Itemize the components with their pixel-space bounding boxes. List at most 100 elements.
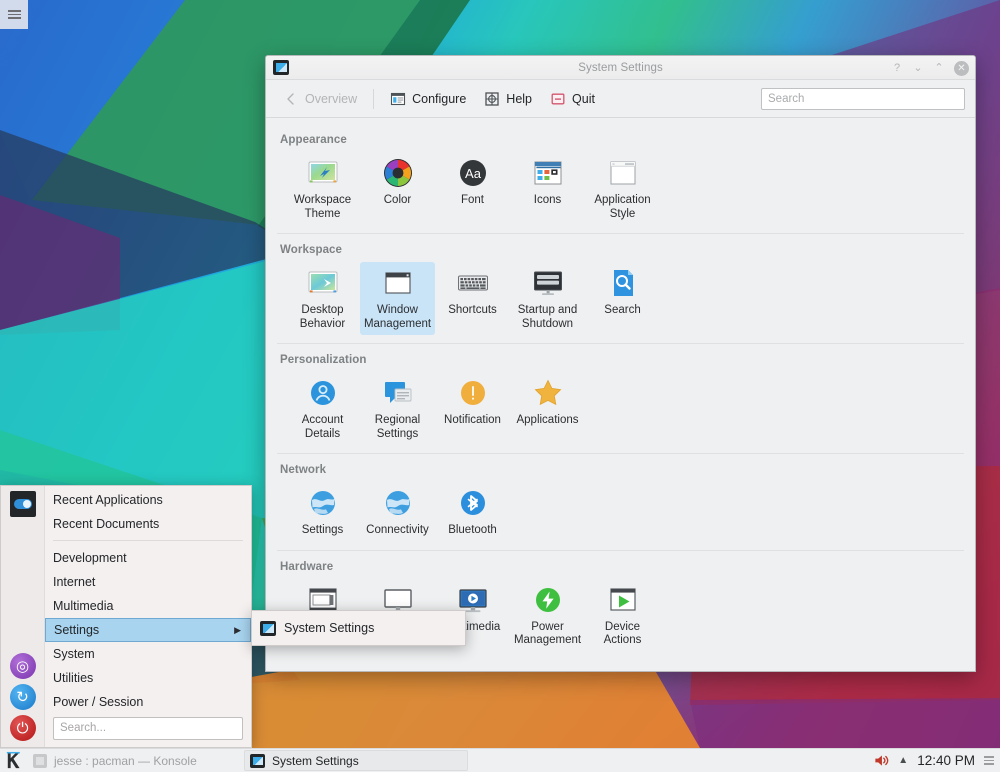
section-items: AccountDetails RegionalSettings [277,370,964,451]
module-font[interactable]: Aa Font [435,152,510,212]
notification-icon [457,377,489,409]
task-label: System Settings [272,754,359,768]
module-device-actions[interactable]: DeviceActions [585,579,660,652]
font-icon: Aa [457,157,489,189]
settings-submenu[interactable]: System Settings [251,610,466,646]
system-tray[interactable]: ▲ 12:40 PM [873,753,1000,768]
menu-item-utilities[interactable]: Utilities [45,666,251,690]
module-label: Shortcuts [448,304,497,318]
module-label: Startup andShutdown [518,304,577,331]
module-color[interactable]: Color [360,152,435,212]
section-personalization: Personalization AccountDetails [277,343,964,453]
window-toolbar[interactable]: Overview Configure Help [266,80,975,118]
module-label: DesktopBehavior [300,304,345,331]
applications-icon [532,377,564,409]
help-icon [484,91,500,107]
submenu-item-system-settings[interactable]: System Settings [284,621,374,635]
launcher-search-input[interactable]: Search... [53,717,243,740]
window-titlebar[interactable]: System Settings ? ⌄ ⌃ ✕ [266,56,975,80]
module-regional-settings[interactable]: RegionalSettings [360,372,435,445]
module-startup-shutdown[interactable]: Startup andShutdown [510,262,585,335]
desktop-toolbox-button[interactable] [0,0,28,29]
module-label: DeviceActions [604,621,642,648]
startup-shutdown-icon [532,267,564,299]
help-button[interactable]: ? [891,62,903,74]
configure-label: Configure [412,92,466,106]
close-button[interactable]: ✕ [954,61,969,76]
module-window-management[interactable]: WindowManagement [360,262,435,335]
module-label: Search [604,304,640,318]
device-actions-icon [607,584,639,616]
module-power-management[interactable]: PowerManagement [510,579,585,652]
overview-back-button[interactable]: Overview [274,87,366,111]
system-settings-window[interactable]: System Settings ? ⌄ ⌃ ✕ Overview Con [265,55,976,672]
module-label: WindowManagement [364,304,431,331]
icons-icon [532,157,564,189]
menu-item-recent-documents[interactable]: Recent Documents [45,512,251,536]
module-connectivity[interactable]: Connectivity [360,482,435,542]
power-management-icon [532,584,564,616]
system-settings-icon [250,754,265,768]
section-title: Workspace [277,233,964,260]
taskbar[interactable]: jesse : pacman — Konsole System Settings… [0,748,1000,772]
menu-item-multimedia[interactable]: Multimedia [45,594,251,618]
module-desktop-behavior[interactable]: DesktopBehavior [285,262,360,335]
section-items: DesktopBehavior WindowManagement [277,260,964,341]
maximize-button[interactable]: ⌃ [933,62,945,74]
task-konsole[interactable]: jesse : pacman — Konsole [28,751,240,771]
shortcuts-icon [457,267,489,299]
section-items: Settings Connectivity [277,480,964,548]
chevron-left-icon [283,91,299,107]
module-label: WorkspaceTheme [294,194,351,221]
module-application-style[interactable]: ApplicationStyle [585,152,660,225]
menu-item-settings[interactable]: Settings ▶ [45,618,251,642]
configure-icon [390,91,406,107]
help-menu-button[interactable]: Help [475,87,541,111]
overview-label: Overview [305,92,357,106]
search-input[interactable]: Search [761,88,965,110]
module-search[interactable]: Search [585,262,660,322]
application-launcher-menu[interactable]: ◎ ↻ ⏻ Recent Applications Recent Documen… [0,485,252,748]
task-system-settings[interactable]: System Settings [244,750,468,771]
menu-item-system[interactable]: System [45,642,251,666]
section-network: Network Settings Connect [277,453,964,550]
quit-button[interactable]: Quit [541,87,604,111]
show-hidden-icon[interactable]: ▲ [898,755,908,766]
menu-item-recent-applications[interactable]: Recent Applications [45,488,251,512]
module-account-details[interactable]: AccountDetails [285,372,360,445]
configure-button[interactable]: Configure [381,87,475,111]
menu-item-internet[interactable]: Internet [45,570,251,594]
application-launcher-icon[interactable] [10,491,36,517]
panel-menu-icon[interactable] [984,756,994,765]
module-applications[interactable]: Applications [510,372,585,432]
module-shortcuts[interactable]: Shortcuts [435,262,510,322]
launcher-items[interactable]: Recent Applications Recent Documents Dev… [45,486,251,747]
module-label: Applications [516,414,578,428]
refresh-icon[interactable]: ↻ [10,684,36,710]
module-notification[interactable]: Notification [435,372,510,432]
section-title: Network [277,453,964,480]
section-items: WorkspaceTheme [277,150,964,231]
power-icon[interactable]: ⏻ [10,715,36,741]
module-bluetooth[interactable]: Bluetooth [435,482,510,542]
chevron-right-icon: ▶ [234,619,241,641]
module-workspace-theme[interactable]: WorkspaceTheme [285,152,360,225]
clock[interactable]: 12:40 PM [917,753,975,768]
menu-item-development[interactable]: Development [45,546,251,570]
volume-muted-icon[interactable] [873,753,889,768]
settings-modules-area: Appearance WorkspaceTheme [266,118,975,671]
quit-label: Quit [572,92,595,106]
window-controls[interactable]: ? ⌄ ⌃ ✕ [891,56,969,80]
launcher-sidebar[interactable]: ◎ ↻ ⏻ [1,486,45,747]
module-label: Bluetooth [448,524,497,538]
module-icons[interactable]: Icons [510,152,585,212]
desktop-behavior-icon [307,267,339,299]
kde-k-icon[interactable] [0,749,26,773]
module-network-settings[interactable]: Settings [285,482,360,542]
settings-gear-icon[interactable]: ◎ [10,653,36,679]
system-settings-icon [273,60,289,75]
module-label: Icons [534,194,562,208]
menu-item-power-session[interactable]: Power / Session [45,690,251,714]
minimize-button[interactable]: ⌄ [912,62,924,74]
system-settings-icon [260,621,276,636]
